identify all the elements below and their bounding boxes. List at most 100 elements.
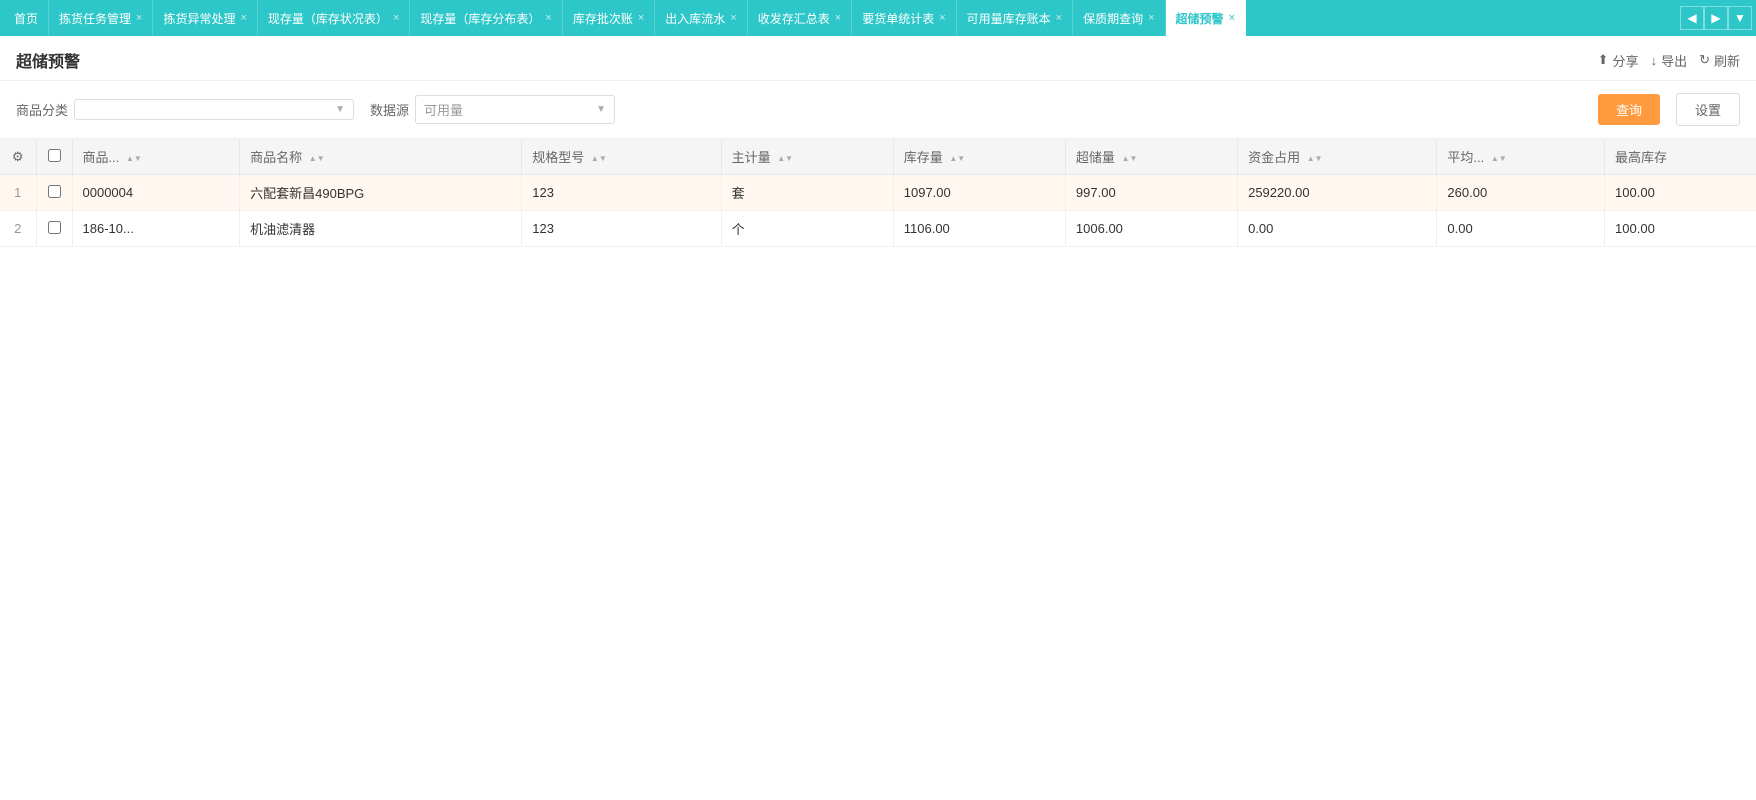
table-row: 1 0000004 六配套新昌490BPG 123 套 1097.00 997.… bbox=[0, 175, 1756, 211]
close-icon[interactable]: × bbox=[1056, 12, 1062, 24]
checkbox-column-header[interactable] bbox=[36, 139, 72, 175]
setting-button[interactable]: 设置 bbox=[1676, 93, 1740, 126]
row-checkbox[interactable] bbox=[48, 185, 61, 198]
nav-tab-quality-query[interactable]: 保质期查询 × bbox=[1073, 0, 1165, 36]
sort-icon: ▲▼ bbox=[949, 155, 965, 163]
nav-tab-task-mgmt[interactable]: 拣货任务管理 × bbox=[49, 0, 153, 36]
nav-tab-exception[interactable]: 拣货异常处理 × bbox=[153, 0, 257, 36]
sort-icon: ▲▼ bbox=[1122, 155, 1138, 163]
spec-cell: 123 bbox=[522, 211, 721, 247]
spec-cell: 123 bbox=[522, 175, 721, 211]
row-checkbox-cell[interactable] bbox=[36, 175, 72, 211]
close-icon[interactable]: × bbox=[730, 12, 736, 24]
page-title: 超储预警 bbox=[16, 48, 80, 72]
table-header-row: ⚙ 商品... ▲▼ 商品名称 ▲▼ 规格型号 ▲▼ bbox=[0, 139, 1756, 175]
refresh-icon: ↻ bbox=[1699, 52, 1710, 68]
export-button[interactable]: ↓ 导出 bbox=[1651, 51, 1688, 70]
close-icon[interactable]: × bbox=[939, 12, 945, 24]
nav-tab-inventory-dist[interactable]: 现存量（库存分布表） × bbox=[410, 0, 562, 36]
nav-tab-order-stat[interactable]: 要货单统计表 × bbox=[852, 0, 956, 36]
unit-cell: 套 bbox=[721, 175, 893, 211]
data-table: ⚙ 商品... ▲▼ 商品名称 ▲▼ 规格型号 ▲▼ bbox=[0, 139, 1756, 247]
unit-column-header[interactable]: 主计量 ▲▼ bbox=[721, 139, 893, 175]
product-name-cell: 机油滤清器 bbox=[240, 211, 522, 247]
max-stock-cell: 100.00 bbox=[1605, 175, 1756, 211]
datasource-select-value: 可用量 bbox=[424, 100, 463, 119]
close-icon[interactable]: × bbox=[1148, 12, 1154, 24]
table-container: ⚙ 商品... ▲▼ 商品名称 ▲▼ 规格型号 ▲▼ bbox=[0, 139, 1756, 247]
page-container: 超储预警 ⬆ 分享 ↓ 导出 ↻ 刷新 商品分类 ▼ 数据源 bbox=[0, 36, 1756, 800]
close-icon[interactable]: × bbox=[1229, 12, 1235, 24]
header-actions: ⬆ 分享 ↓ 导出 ↻ 刷新 bbox=[1598, 51, 1740, 70]
nav-arrows: ◀ ▶ ▼ bbox=[1680, 6, 1752, 30]
spec-column-header[interactable]: 规格型号 ▲▼ bbox=[522, 139, 721, 175]
close-icon[interactable]: × bbox=[545, 12, 551, 24]
category-filter: 商品分类 ▼ bbox=[16, 99, 354, 120]
nav-prev-button[interactable]: ◀ bbox=[1680, 6, 1704, 30]
product-code-column-header[interactable]: 商品... ▲▼ bbox=[72, 139, 240, 175]
nav-tab-inventory-status[interactable]: 现存量（库存状况表） × bbox=[258, 0, 410, 36]
row-number: 2 bbox=[0, 211, 36, 247]
stock-cell: 1097.00 bbox=[893, 175, 1065, 211]
select-all-checkbox[interactable] bbox=[48, 149, 61, 162]
product-code-cell: 186-10... bbox=[72, 211, 240, 247]
nav-tab-avail-ledger[interactable]: 可用量库存账本 × bbox=[957, 0, 1073, 36]
chevron-down-icon: ▼ bbox=[335, 104, 345, 115]
product-name-cell: 六配套新昌490BPG bbox=[240, 175, 522, 211]
nav-tab-in-out-flow[interactable]: 出入库流水 × bbox=[655, 0, 747, 36]
sort-icon: ▲▼ bbox=[1307, 155, 1323, 163]
refresh-button[interactable]: ↻ 刷新 bbox=[1699, 51, 1740, 70]
capital-cell: 0.00 bbox=[1238, 211, 1437, 247]
sort-icon: ▲▼ bbox=[591, 155, 607, 163]
product-name-column-header[interactable]: 商品名称 ▲▼ bbox=[240, 139, 522, 175]
overstock-cell: 997.00 bbox=[1065, 175, 1237, 211]
sort-icon: ▲▼ bbox=[777, 155, 793, 163]
top-nav: 首页 拣货任务管理 × 拣货异常处理 × 现存量（库存状况表） × 现存量（库存… bbox=[0, 0, 1756, 36]
avg-column-header[interactable]: 平均... ▲▼ bbox=[1437, 139, 1605, 175]
datasource-select[interactable]: 可用量 ▼ bbox=[415, 95, 615, 124]
avg-cell: 260.00 bbox=[1437, 175, 1605, 211]
category-label: 商品分类 bbox=[16, 100, 68, 119]
datasource-label: 数据源 bbox=[370, 100, 409, 119]
max-stock-cell: 100.00 bbox=[1605, 211, 1756, 247]
query-button[interactable]: 查询 bbox=[1598, 94, 1660, 125]
stock-cell: 1106.00 bbox=[893, 211, 1065, 247]
nav-tab-home[interactable]: 首页 bbox=[4, 0, 49, 36]
stock-column-header[interactable]: 库存量 ▲▼ bbox=[893, 139, 1065, 175]
close-icon[interactable]: × bbox=[136, 12, 142, 24]
nav-next-button[interactable]: ▶ bbox=[1704, 6, 1728, 30]
capital-column-header[interactable]: 资金占用 ▲▼ bbox=[1238, 139, 1437, 175]
row-checkbox-cell[interactable] bbox=[36, 211, 72, 247]
close-icon[interactable]: × bbox=[240, 12, 246, 24]
nav-tab-batch-ledger[interactable]: 库存批次账 × bbox=[563, 0, 655, 36]
nav-tab-recv-summary[interactable]: 收发存汇总表 × bbox=[748, 0, 852, 36]
overstock-column-header[interactable]: 超储量 ▲▼ bbox=[1065, 139, 1237, 175]
unit-cell: 个 bbox=[721, 211, 893, 247]
product-code-cell: 0000004 bbox=[72, 175, 240, 211]
chevron-down-icon: ▼ bbox=[596, 104, 606, 115]
gear-column-header[interactable]: ⚙ bbox=[0, 139, 36, 175]
gear-icon[interactable]: ⚙ bbox=[12, 149, 24, 164]
share-button[interactable]: ⬆ 分享 bbox=[1598, 51, 1639, 70]
nav-tab-overstock[interactable]: 超储预警 × bbox=[1166, 0, 1246, 36]
max-stock-column-header[interactable]: 最高库存 bbox=[1605, 139, 1756, 175]
filter-bar: 商品分类 ▼ 数据源 可用量 ▼ 查询 设置 bbox=[0, 81, 1756, 139]
share-icon: ⬆ bbox=[1598, 52, 1609, 68]
category-select[interactable]: ▼ bbox=[74, 99, 354, 120]
sort-icon: ▲▼ bbox=[1491, 155, 1507, 163]
close-icon[interactable]: × bbox=[638, 12, 644, 24]
table-row: 2 186-10... 机油滤清器 123 个 1106.00 1006.00 … bbox=[0, 211, 1756, 247]
overstock-cell: 1006.00 bbox=[1065, 211, 1237, 247]
close-icon[interactable]: × bbox=[835, 12, 841, 24]
page-header: 超储预警 ⬆ 分享 ↓ 导出 ↻ 刷新 bbox=[0, 36, 1756, 81]
datasource-filter: 数据源 可用量 ▼ bbox=[370, 95, 615, 124]
sort-icon: ▲▼ bbox=[126, 155, 142, 163]
row-number: 1 bbox=[0, 175, 36, 211]
nav-more-button[interactable]: ▼ bbox=[1728, 6, 1752, 30]
close-icon[interactable]: × bbox=[393, 12, 399, 24]
sort-icon: ▲▼ bbox=[309, 155, 325, 163]
capital-cell: 259220.00 bbox=[1238, 175, 1437, 211]
row-checkbox[interactable] bbox=[48, 221, 61, 234]
avg-cell: 0.00 bbox=[1437, 211, 1605, 247]
export-icon: ↓ bbox=[1651, 53, 1658, 68]
